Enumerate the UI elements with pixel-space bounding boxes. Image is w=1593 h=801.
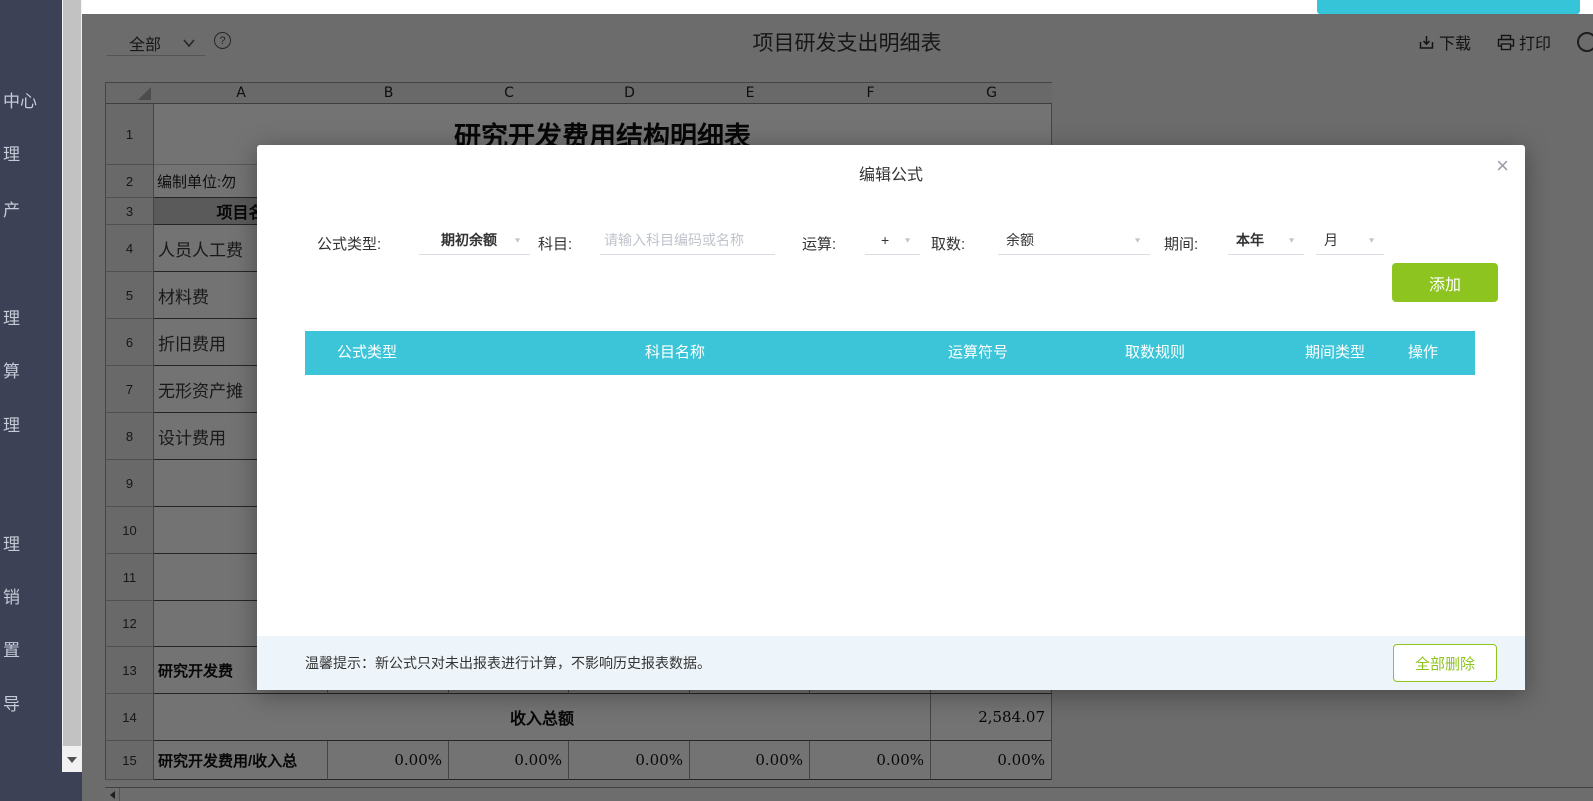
period-month-select[interactable]: 月 ▼ [1316, 225, 1384, 255]
formula-type-select[interactable]: 期初余额 ▼ [419, 225, 530, 255]
sidebar-item-guide[interactable]: 导 [3, 690, 62, 715]
sidebar-item-calc[interactable]: 算 [3, 357, 62, 382]
chevron-down-icon: ▼ [1287, 235, 1296, 244]
delete-all-button[interactable]: 全部删除 [1393, 644, 1497, 682]
main-area: 全部 ? 项目研发支出明细表 下载 [82, 0, 1593, 801]
scroll-down-arrow-icon [67, 757, 77, 763]
modal-title: 编辑公式 [858, 167, 923, 184]
sidebar-item-manage-4[interactable]: 理 [3, 530, 62, 555]
sidebar-item-center[interactable]: 中心 [3, 87, 62, 112]
add-button[interactable]: 添加 [1392, 263, 1498, 302]
chevron-down-icon: ▼ [1133, 235, 1142, 244]
sidebar-item-manage-2[interactable]: 理 [3, 304, 62, 329]
sidebar-item-sales[interactable]: 销 [3, 583, 62, 608]
period-month-value: 月 [1324, 231, 1338, 248]
period-year-value: 本年 [1236, 231, 1264, 248]
chevron-down-icon: ▼ [903, 235, 912, 244]
sidebar-item-manage-1[interactable]: 理 [3, 140, 62, 165]
period-label: 期间: [1164, 236, 1199, 253]
th-operator: 运算符号 [948, 344, 1009, 361]
fetch-rule-select[interactable]: 余额 ▼ [998, 225, 1150, 255]
th-fetch-rule: 取数规则 [1125, 344, 1186, 361]
top-strip [82, 0, 1593, 14]
top-cyan-button[interactable] [1317, 0, 1580, 14]
subject-input[interactable] [600, 225, 775, 255]
th-period-type: 期间类型 [1305, 344, 1366, 361]
operator-select[interactable]: + ▼ [865, 225, 920, 255]
th-subject-name: 科目名称 [645, 344, 706, 361]
sidebar: 中心 理 产 理 算 理 理 销 置 导 [0, 0, 62, 801]
formula-type-label: 公式类型: [317, 236, 382, 253]
edit-formula-modal: 编辑公式 × 公式类型: 期初余额 ▼ 科目: 运算: + ▼ 取数: 余额 ▼… [257, 145, 1525, 690]
close-icon[interactable]: × [1496, 155, 1509, 177]
sidebar-item-settings[interactable]: 置 [3, 636, 62, 661]
subject-label: 科目: [538, 236, 573, 253]
app-root: 中心 理 产 理 算 理 理 销 置 导 全部 [0, 0, 1593, 801]
sidebar-scrollbar-thumb[interactable] [63, 0, 81, 746]
operator-value: + [881, 231, 890, 248]
modal-footer: 温馨提示：新公式只对未出报表进行计算，不影响历史报表数据。 全部删除 [257, 636, 1525, 690]
chevron-down-icon: ▼ [513, 235, 522, 244]
fetch-rule-value: 余额 [1006, 231, 1034, 248]
formula-type-value: 期初余额 [441, 231, 497, 248]
sidebar-item-assets[interactable]: 产 [3, 196, 62, 221]
fetch-rule-label: 取数: [931, 236, 966, 253]
formula-table-header: 公式类型 科目名称 运算符号 取数规则 期间类型 操作 [305, 331, 1475, 375]
chevron-down-icon: ▼ [1367, 235, 1376, 244]
sidebar-scroll-down-button[interactable] [62, 748, 82, 772]
sidebar-item-manage-3[interactable]: 理 [3, 411, 62, 436]
period-year-select[interactable]: 本年 ▼ [1228, 225, 1304, 255]
th-formula-type: 公式类型 [337, 344, 398, 361]
hint-text: 温馨提示：新公式只对未出报表进行计算，不影响历史报表数据。 [305, 655, 711, 671]
sidebar-scrollbar [62, 0, 82, 801]
th-action: 操作 [1408, 344, 1439, 361]
operator-label: 运算: [802, 236, 837, 253]
